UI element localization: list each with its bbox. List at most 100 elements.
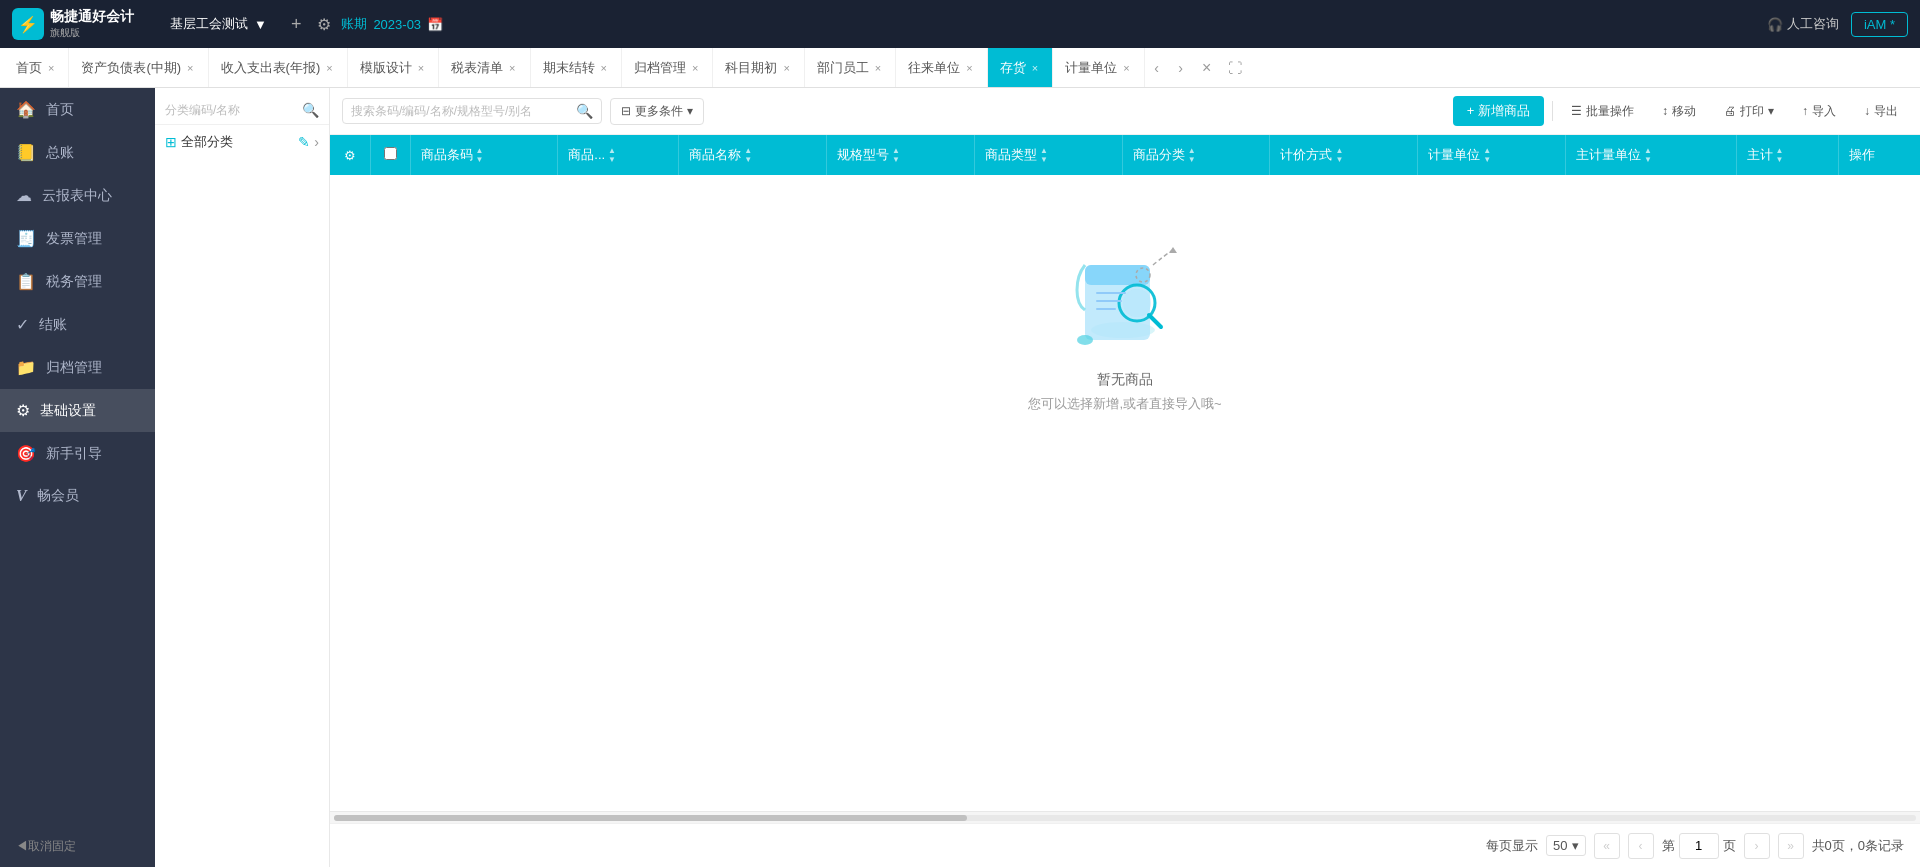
tab-income[interactable]: 收入支出表(年报) × [209, 48, 348, 88]
sidebar-item-settle[interactable]: ✓ 结账 [0, 303, 155, 346]
th-settings[interactable]: ⚙ [330, 135, 370, 175]
tab-home[interactable]: 首页 × [4, 48, 69, 88]
th-category[interactable]: 商品分类 ▲▼ [1122, 135, 1270, 175]
settings-icon[interactable]: ⚙ [317, 15, 331, 34]
tab-contacts-close[interactable]: × [964, 62, 974, 74]
table-container: ⚙ 商品条码 ▲▼ [330, 135, 1920, 811]
export-button[interactable]: ↓ 导出 [1854, 99, 1908, 124]
consult-button[interactable]: 🎧 人工咨询 [1767, 15, 1839, 33]
category-edit-icon[interactable]: ✎ [298, 134, 310, 150]
sidebar-item-archive[interactable]: 📁 归档管理 [0, 346, 155, 389]
account-button[interactable]: iAM * [1851, 12, 1908, 37]
sidebar-item-home[interactable]: 🏠 首页 [0, 88, 155, 131]
page-prev-button[interactable]: ‹ [1628, 833, 1654, 859]
sidebar-item-member-label: 畅会员 [37, 487, 79, 505]
th-main-unit[interactable]: 主计量单位 ▲▼ [1565, 135, 1736, 175]
batch-button[interactable]: ☰ 批量操作 [1561, 99, 1644, 124]
tab-contacts[interactable]: 往来单位 × [896, 48, 987, 88]
print-icon: 🖨 [1724, 104, 1736, 118]
sidebar-item-basic-settings[interactable]: ⚙ 基础设置 [0, 389, 155, 432]
th-checkbox[interactable] [370, 135, 410, 175]
th-name[interactable]: 商品名称 ▲▼ [679, 135, 827, 175]
sidebar-item-invoice[interactable]: 🧾 发票管理 [0, 217, 155, 260]
header-right: 🎧 人工咨询 iAM * [1767, 12, 1908, 37]
sidebar-item-reports[interactable]: ☁ 云报表中心 [0, 174, 155, 217]
import-button[interactable]: ↑ 导入 [1792, 99, 1846, 124]
sidebar-item-invoice-label: 发票管理 [46, 230, 102, 248]
category-all-label[interactable]: 全部分类 [181, 133, 233, 151]
column-settings-icon[interactable]: ⚙ [344, 148, 356, 163]
tab-scroll-right[interactable]: › [1169, 48, 1193, 88]
tab-dept-staff[interactable]: 部门员工 × [805, 48, 896, 88]
tab-tax[interactable]: 税表清单 × [439, 48, 530, 88]
page-next-button[interactable]: › [1744, 833, 1770, 859]
main-search-icon[interactable]: 🔍 [576, 103, 593, 119]
tab-home-close[interactable]: × [46, 62, 56, 74]
page-prefix-label: 第 [1662, 837, 1675, 855]
sidebar-item-tax[interactable]: 📋 税务管理 [0, 260, 155, 303]
tab-subject-init-close[interactable]: × [781, 62, 791, 74]
th-spec[interactable]: 规格型号 ▲▼ [827, 135, 975, 175]
tab-tax-close[interactable]: × [507, 62, 517, 74]
app-logo-icon: ⚡ [12, 8, 44, 40]
tab-balance-sheet[interactable]: 资产负债表(中期) × [69, 48, 208, 88]
add-tab-button[interactable]: + [285, 14, 308, 35]
main-search-input[interactable] [351, 104, 570, 118]
sidebar-item-guide[interactable]: 🎯 新手引导 [0, 432, 155, 475]
horizontal-scrollbar[interactable] [330, 811, 1920, 823]
th-price-method[interactable]: 计价方式 ▲▼ [1270, 135, 1418, 175]
guide-icon: 🎯 [16, 444, 36, 463]
tab-inventory[interactable]: 存货 × [988, 48, 1053, 88]
category-search-icon[interactable]: 🔍 [302, 102, 319, 118]
sidebar-unpin-button[interactable]: ◀取消固定 [0, 826, 155, 867]
tab-period-transfer[interactable]: 期末结转 × [531, 48, 622, 88]
scrollbar-track[interactable] [334, 815, 1916, 821]
th-type-label: 商品类型 [985, 146, 1037, 164]
tab-period-transfer-label: 期末结转 [543, 59, 595, 77]
th-barcode[interactable]: 商品条码 ▲▼ [410, 135, 558, 175]
page-number-input[interactable] [1679, 833, 1719, 859]
new-product-button[interactable]: + 新增商品 [1453, 96, 1544, 126]
print-label: 打印 [1740, 103, 1764, 120]
company-selector[interactable]: 基层工会测试 ▼ [162, 11, 275, 37]
scrollbar-thumb[interactable] [334, 815, 967, 821]
filter-button[interactable]: ⊟ 更多条件 ▾ [610, 98, 704, 125]
main-layout: 🏠 首页 📒 总账 ☁ 云报表中心 🧾 发票管理 📋 税务管理 ✓ 结账 📁 归… [0, 88, 1920, 867]
th-type[interactable]: 商品类型 ▲▼ [974, 135, 1122, 175]
tab-scroll-left[interactable]: ‹ [1145, 48, 1169, 88]
th-barcode-label: 商品条码 [421, 146, 473, 164]
page-first-button[interactable]: « [1594, 833, 1620, 859]
calendar-icon[interactable]: 📅 [427, 17, 443, 32]
tab-inventory-close[interactable]: × [1030, 62, 1040, 74]
tab-archive-close[interactable]: × [690, 62, 700, 74]
tab-income-close[interactable]: × [324, 62, 334, 74]
tab-subject-init[interactable]: 科目期初 × [713, 48, 804, 88]
th-unit[interactable]: 计量单位 ▲▼ [1418, 135, 1566, 175]
category-search-input[interactable] [165, 103, 296, 117]
tab-template[interactable]: 模版设计 × [348, 48, 439, 88]
sort-main-unit: ▲▼ [1644, 147, 1652, 164]
tab-dept-staff-close[interactable]: × [873, 62, 883, 74]
th-main-count[interactable]: 主计 ▲▼ [1736, 135, 1838, 175]
sort-name: ▲▼ [744, 147, 752, 164]
print-button[interactable]: 🖨 打印 ▾ [1714, 99, 1784, 124]
right-panel: 🔍 ⊟ 更多条件 ▾ + 新增商品 ☰ 批量操作 [330, 88, 1920, 867]
tab-balance-sheet-close[interactable]: × [185, 62, 195, 74]
move-button[interactable]: ↕ 移动 [1652, 99, 1706, 124]
select-all-checkbox[interactable] [384, 147, 397, 160]
category-collapse-icon[interactable]: › [314, 134, 319, 150]
sidebar-item-ledger[interactable]: 📒 总账 [0, 131, 155, 174]
tab-unit-close[interactable]: × [1121, 62, 1131, 74]
tab-unit[interactable]: 计量单位 × [1053, 48, 1144, 88]
tab-template-close[interactable]: × [416, 62, 426, 74]
th-code[interactable]: 商品... ▲▼ [558, 135, 679, 175]
page-size-select[interactable]: 50 ▾ [1546, 835, 1585, 856]
tab-fullscreen[interactable]: ⛶ [1221, 48, 1249, 88]
tab-close-all[interactable]: × [1193, 48, 1221, 88]
page-last-button[interactable]: » [1778, 833, 1804, 859]
tab-period-transfer-close[interactable]: × [599, 62, 609, 74]
tab-archive[interactable]: 归档管理 × [622, 48, 713, 88]
sidebar-item-member[interactable]: V 畅会员 [0, 475, 155, 517]
tab-contacts-label: 往来单位 [908, 59, 960, 77]
company-name: 基层工会测试 [170, 15, 248, 33]
